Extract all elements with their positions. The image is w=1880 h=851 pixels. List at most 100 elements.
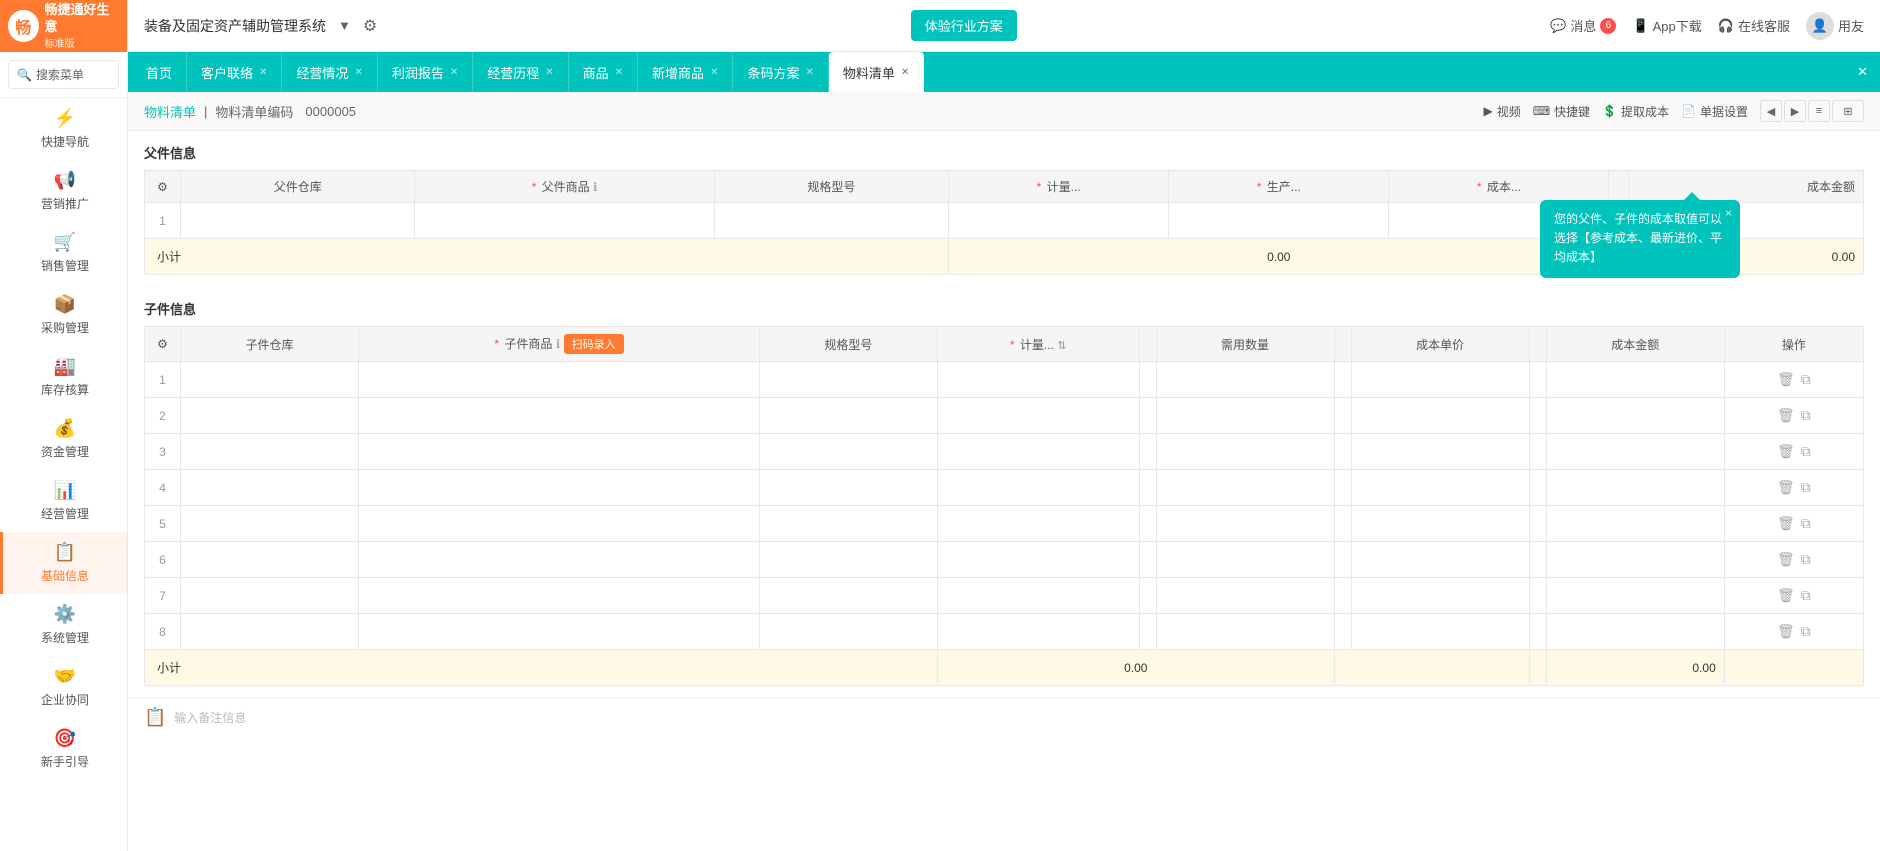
child-row-6-spec[interactable] — [759, 542, 937, 578]
parent-col-settings[interactable]: ⚙ — [145, 171, 181, 203]
child-row-8-warehouse[interactable] — [181, 614, 359, 650]
child-row-6-required-qty[interactable] — [1156, 542, 1334, 578]
tab-customer[interactable]: 客户联络 ✕ — [187, 52, 282, 92]
tab-operations[interactable]: 经营情况 ✕ — [282, 52, 377, 92]
nav-next-button[interactable]: ▶ — [1784, 100, 1806, 122]
system-title-dropdown[interactable]: ▼ — [338, 18, 351, 33]
child-row-4-copy-icon[interactable]: ⧉ — [1801, 479, 1811, 496]
user-button[interactable]: 👤 用友 — [1806, 12, 1864, 40]
app-download-button[interactable]: 📱 App下载 — [1632, 16, 1701, 35]
sidebar-item-quick-nav[interactable]: ⚡ 快捷导航 — [0, 98, 127, 160]
tab-profit[interactable]: 利润报告 ✕ — [378, 52, 473, 92]
child-row-1-delete-icon[interactable]: 🗑 — [1777, 371, 1795, 388]
child-row-2-quantity[interactable] — [937, 398, 1139, 434]
nav-expand-button[interactable]: ⊞ — [1832, 100, 1864, 122]
child-qty-sort-icon[interactable]: ⇅ — [1057, 340, 1066, 352]
child-row-5-required-qty[interactable] — [1156, 506, 1334, 542]
child-row-8-required-qty[interactable] — [1156, 614, 1334, 650]
parent-row-1-production[interactable] — [1169, 203, 1389, 239]
trial-button[interactable]: 体验行业方案 — [911, 10, 1017, 41]
child-row-2-warehouse[interactable] — [181, 398, 359, 434]
parent-row-1-spec[interactable] — [714, 203, 948, 239]
tab-close-all[interactable]: ✕ — [1849, 64, 1876, 80]
child-row-3-copy-icon[interactable]: ⧉ — [1801, 443, 1811, 460]
parent-row-1-warehouse[interactable] — [181, 203, 415, 239]
tab-products-close[interactable]: ✕ — [615, 67, 623, 78]
child-row-1-copy-icon[interactable]: ⧉ — [1801, 371, 1811, 388]
extract-cost-action[interactable]: 💲 提取成本 — [1602, 103, 1669, 120]
child-row-5-quantity[interactable] — [937, 506, 1139, 542]
child-row-3-delete-icon[interactable]: 🗑 — [1777, 443, 1795, 460]
child-row-6-unit-cost[interactable] — [1351, 542, 1529, 578]
child-row-7-spec[interactable] — [759, 578, 937, 614]
child-row-5-copy-icon[interactable]: ⧉ — [1801, 515, 1811, 532]
shortcut-action[interactable]: ⌨ 快捷键 — [1533, 103, 1590, 120]
child-row-7-copy-icon[interactable]: ⧉ — [1801, 587, 1811, 604]
child-row-6-product[interactable] — [359, 542, 760, 578]
child-row-5-delete-icon[interactable]: 🗑 — [1777, 515, 1795, 532]
child-row-6-warehouse[interactable] — [181, 542, 359, 578]
child-row-2-required-qty[interactable] — [1156, 398, 1334, 434]
child-row-1-unit-cost[interactable] — [1351, 362, 1529, 398]
child-row-2-unit-cost[interactable] — [1351, 398, 1529, 434]
child-row-4-spec[interactable] — [759, 470, 937, 506]
search-menu-button[interactable]: 🔍 搜索菜单 — [8, 60, 119, 89]
sidebar-search[interactable]: 🔍 搜索菜单 — [0, 52, 127, 98]
child-col-settings[interactable]: ⚙ — [145, 327, 181, 362]
view-action[interactable]: ▶ 视频 — [1483, 103, 1520, 120]
child-row-1-quantity[interactable] — [937, 362, 1139, 398]
tab-bom[interactable]: 物料清单 ✕ — [829, 52, 924, 92]
child-row-5-unit-cost[interactable] — [1351, 506, 1529, 542]
tab-operations-close[interactable]: ✕ — [354, 67, 362, 78]
child-row-7-product[interactable] — [359, 578, 760, 614]
tab-home[interactable]: 首页 — [132, 52, 187, 92]
tab-profit-close[interactable]: ✕ — [450, 67, 458, 78]
child-row-3-quantity[interactable] — [937, 434, 1139, 470]
child-row-4-quantity[interactable] — [937, 470, 1139, 506]
tab-new-product-close[interactable]: ✕ — [710, 67, 718, 78]
tab-history[interactable]: 经营历程 ✕ — [473, 52, 568, 92]
message-button[interactable]: 💬 消息 6 — [1550, 16, 1616, 35]
nav-menu-button[interactable]: ≡ — [1808, 100, 1830, 122]
child-row-2-delete-icon[interactable]: 🗑 — [1777, 407, 1795, 424]
sidebar-item-finance[interactable]: 💰 资金管理 — [0, 408, 127, 470]
tab-history-close[interactable]: ✕ — [545, 67, 553, 78]
settings-icon[interactable]: ⚙ — [363, 16, 377, 36]
child-row-4-required-qty[interactable] — [1156, 470, 1334, 506]
child-row-1-product[interactable] — [359, 362, 760, 398]
sidebar-item-guide[interactable]: 🎯 新手引导 — [0, 718, 127, 780]
child-row-7-warehouse[interactable] — [181, 578, 359, 614]
child-row-7-quantity[interactable] — [937, 578, 1139, 614]
child-row-7-unit-cost[interactable] — [1351, 578, 1529, 614]
sidebar-item-purchase[interactable]: 📦 采购管理 — [0, 284, 127, 346]
breadcrumb-parent[interactable]: 物料清单 — [144, 102, 196, 121]
child-row-1-warehouse[interactable] — [181, 362, 359, 398]
sidebar-item-inventory[interactable]: 🏭 库存核算 — [0, 346, 127, 408]
child-row-7-delete-icon[interactable]: 🗑 — [1777, 587, 1795, 604]
child-row-8-delete-icon[interactable]: 🗑 — [1777, 623, 1795, 640]
child-row-8-product[interactable] — [359, 614, 760, 650]
sidebar-item-enterprise[interactable]: 🤝 企业协同 — [0, 656, 127, 718]
child-row-4-delete-icon[interactable]: 🗑 — [1777, 479, 1795, 496]
sidebar-item-marketing[interactable]: 📢 营销推广 — [0, 160, 127, 222]
child-row-3-product[interactable] — [359, 434, 760, 470]
child-row-2-copy-icon[interactable]: ⧉ — [1801, 407, 1811, 424]
tab-bom-close[interactable]: ✕ — [901, 67, 909, 78]
child-row-1-spec[interactable] — [759, 362, 937, 398]
sidebar-item-basic-info[interactable]: 📋 基础信息 — [0, 532, 127, 594]
sidebar-item-operations[interactable]: 📊 经营管理 — [0, 470, 127, 532]
parent-row-1-product[interactable] — [415, 203, 714, 239]
single-settings-action[interactable]: 📄 单据设置 — [1681, 103, 1748, 120]
add-row-icon[interactable]: 📋 — [144, 707, 166, 728]
child-row-2-spec[interactable] — [759, 398, 937, 434]
child-row-5-product[interactable] — [359, 506, 760, 542]
tab-new-product[interactable]: 新增商品 ✕ — [638, 52, 733, 92]
child-row-4-product[interactable] — [359, 470, 760, 506]
child-row-6-quantity[interactable] — [937, 542, 1139, 578]
tooltip-close-button[interactable]: × — [1725, 204, 1732, 223]
child-row-8-spec[interactable] — [759, 614, 937, 650]
child-row-8-copy-icon[interactable]: ⧉ — [1801, 623, 1811, 640]
tab-products[interactable]: 商品 ✕ — [569, 52, 638, 92]
child-row-3-unit-cost[interactable] — [1351, 434, 1529, 470]
scan-input-button[interactable]: 扫码录入 — [564, 334, 624, 354]
